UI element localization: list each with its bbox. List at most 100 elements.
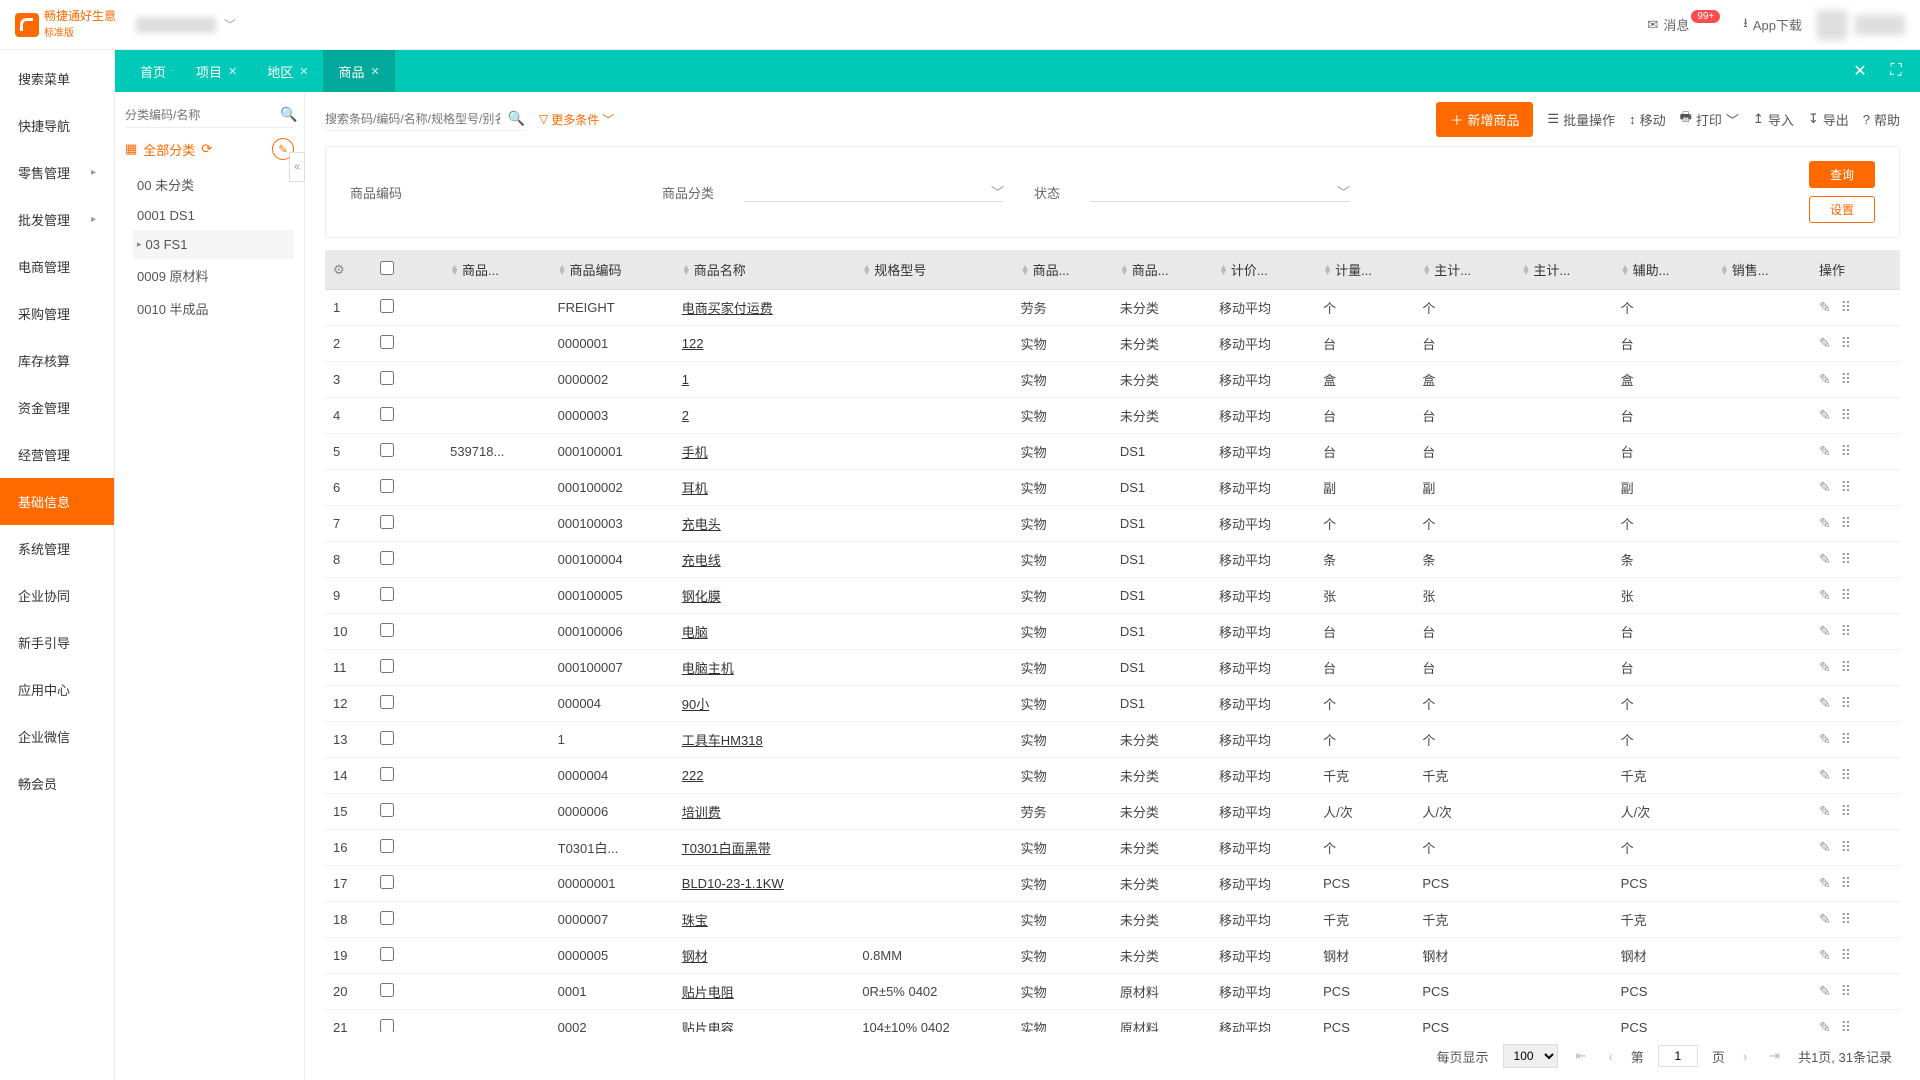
search-icon[interactable]: 🔍 xyxy=(508,110,525,127)
product-name-link[interactable]: 电商买家付运费 xyxy=(674,290,855,326)
edit-icon[interactable]: ✎ xyxy=(1819,479,1831,495)
product-name-link[interactable]: 122 xyxy=(674,326,855,362)
row-checkbox[interactable] xyxy=(380,551,394,565)
product-name-link[interactable]: 90小 xyxy=(674,686,855,722)
column-header[interactable]: ▲▼商品名称 xyxy=(674,250,855,290)
row-checkbox[interactable] xyxy=(380,1019,394,1032)
edit-icon[interactable]: ✎ xyxy=(1819,443,1831,459)
print-action[interactable]: 🖶打印﹀ xyxy=(1680,108,1739,130)
row-checkbox[interactable] xyxy=(380,407,394,421)
sort-icon[interactable]: ▲▼ xyxy=(450,265,459,276)
sort-icon[interactable]: ▲▼ xyxy=(1422,265,1431,276)
column-header[interactable]: ▲▼商品... xyxy=(1112,250,1211,290)
edit-icon[interactable]: ✎ xyxy=(1819,1019,1831,1032)
table-row[interactable]: 200001贴片电阻0R±5% 0402实物原材料移动平均PCSPCSPCS✎⠿ xyxy=(325,974,1900,1010)
row-checkbox[interactable] xyxy=(380,335,394,349)
sidebar-item[interactable]: 资金管理 xyxy=(0,384,114,431)
edit-icon[interactable]: ✎ xyxy=(1819,371,1831,387)
edit-icon[interactable]: ✎ xyxy=(1819,587,1831,603)
table-row[interactable]: 1FREIGHT电商买家付运费劳务未分类移动平均个个个✎⠿ xyxy=(325,290,1900,326)
export-action[interactable]: ↧导出 xyxy=(1808,110,1849,129)
tab[interactable]: 项目✕ xyxy=(181,50,252,92)
tab[interactable]: 首页 xyxy=(125,50,181,92)
column-header[interactable]: ▲▼商品编码 xyxy=(550,250,674,290)
edit-icon[interactable]: ✎ xyxy=(1819,839,1831,855)
sort-icon[interactable]: ▲▼ xyxy=(1120,265,1129,276)
gear-icon[interactable]: ⚙ xyxy=(333,262,345,277)
sort-icon[interactable]: ▲▼ xyxy=(1021,265,1030,276)
more-filters-link[interactable]: ▽ 更多条件 ﹀ xyxy=(539,111,614,128)
search-icon[interactable]: 🔍 xyxy=(280,106,297,123)
product-name-link[interactable]: 充电线 xyxy=(674,542,855,578)
edit-icon[interactable]: ✎ xyxy=(1819,767,1831,783)
row-checkbox[interactable] xyxy=(380,515,394,529)
sidebar-item[interactable]: 零售管理▸ xyxy=(0,149,114,196)
column-header[interactable]: ▲▼计量... xyxy=(1315,250,1414,290)
sidebar-item[interactable]: 库存核算 xyxy=(0,337,114,384)
edit-icon[interactable]: ✎ xyxy=(1819,299,1831,315)
row-checkbox[interactable] xyxy=(380,623,394,637)
more-icon[interactable]: ⠿ xyxy=(1841,875,1851,891)
sidebar-item[interactable]: 经营管理 xyxy=(0,431,114,478)
column-header[interactable]: ▲▼销售... xyxy=(1712,250,1811,290)
row-checkbox[interactable] xyxy=(380,587,394,601)
sort-icon[interactable]: ▲▼ xyxy=(1323,265,1332,276)
product-name-link[interactable]: 电脑 xyxy=(674,614,855,650)
avatar[interactable] xyxy=(1817,10,1847,40)
first-page-button[interactable]: ⇤ xyxy=(1572,1048,1591,1064)
column-header[interactable]: ▲▼计价... xyxy=(1211,250,1315,290)
close-icon[interactable]: ✕ xyxy=(299,65,308,78)
sort-icon[interactable]: ▲▼ xyxy=(1621,265,1630,276)
sidebar-item[interactable]: 畅会员 xyxy=(0,760,114,807)
filter-category-select[interactable]: ﹀ xyxy=(744,182,1004,202)
edit-icon[interactable]: ✎ xyxy=(1819,623,1831,639)
table-row[interactable]: 20000001122实物未分类移动平均台台台✎⠿ xyxy=(325,326,1900,362)
more-icon[interactable]: ⠿ xyxy=(1841,299,1851,315)
page-input[interactable] xyxy=(1658,1045,1698,1067)
table-row[interactable]: 140000004222实物未分类移动平均千克千克千克✎⠿ xyxy=(325,758,1900,794)
product-name-link[interactable]: 电脑主机 xyxy=(674,650,855,686)
more-icon[interactable]: ⠿ xyxy=(1841,587,1851,603)
row-checkbox[interactable] xyxy=(380,731,394,745)
more-icon[interactable]: ⠿ xyxy=(1841,947,1851,963)
product-name-link[interactable]: T0301白面黑带 xyxy=(674,830,855,866)
org-selector[interactable]: ﹀ xyxy=(136,16,236,33)
more-icon[interactable]: ⠿ xyxy=(1841,623,1851,639)
category-search-input[interactable] xyxy=(125,108,280,122)
edit-icon[interactable]: ✎ xyxy=(1819,911,1831,927)
product-name-link[interactable]: 培训费 xyxy=(674,794,855,830)
category-item[interactable]: ▸03 FS1 xyxy=(133,230,294,259)
more-icon[interactable]: ⠿ xyxy=(1841,911,1851,927)
edit-icon[interactable]: ✎ xyxy=(1819,875,1831,891)
more-icon[interactable]: ⠿ xyxy=(1841,407,1851,423)
product-name-link[interactable]: BLD10-23-1.1KW xyxy=(674,866,855,902)
more-icon[interactable]: ⠿ xyxy=(1841,731,1851,747)
product-name-link[interactable]: 钢化膜 xyxy=(674,578,855,614)
sidebar-item[interactable]: 企业微信 xyxy=(0,713,114,760)
more-icon[interactable]: ⠿ xyxy=(1841,443,1851,459)
more-icon[interactable]: ⠿ xyxy=(1841,371,1851,387)
sidebar-item[interactable]: 系统管理 xyxy=(0,525,114,572)
tab[interactable]: 商品✕ xyxy=(323,50,394,92)
product-name-link[interactable]: 耳机 xyxy=(674,470,855,506)
more-icon[interactable]: ⠿ xyxy=(1841,515,1851,531)
table-row[interactable]: 10000100006电脑实物DS1移动平均台台台✎⠿ xyxy=(325,614,1900,650)
product-name-link[interactable]: 1 xyxy=(674,362,855,398)
row-checkbox[interactable] xyxy=(380,695,394,709)
table-row[interactable]: 150000006培训费劳务未分类移动平均人/次人/次人/次✎⠿ xyxy=(325,794,1900,830)
sidebar-item[interactable]: 企业协同 xyxy=(0,572,114,619)
sidebar-item[interactable]: 采购管理 xyxy=(0,290,114,337)
user-name[interactable] xyxy=(1855,15,1905,35)
more-icon[interactable]: ⠿ xyxy=(1841,803,1851,819)
edit-icon[interactable]: ✎ xyxy=(1819,515,1831,531)
select-all-checkbox[interactable] xyxy=(380,261,394,275)
page-size-select[interactable]: 100 xyxy=(1503,1044,1558,1068)
product-search-input[interactable] xyxy=(325,112,500,126)
edit-icon[interactable]: ✎ xyxy=(1819,407,1831,423)
table-row[interactable]: 16T0301白...T0301白面黑带实物未分类移动平均个个个✎⠿ xyxy=(325,830,1900,866)
close-icon[interactable]: ✕ xyxy=(228,65,237,78)
row-checkbox[interactable] xyxy=(380,371,394,385)
tab-close-button[interactable]: ✕ xyxy=(1846,57,1874,85)
row-checkbox[interactable] xyxy=(380,947,394,961)
column-header[interactable]: 操作 xyxy=(1811,250,1900,290)
